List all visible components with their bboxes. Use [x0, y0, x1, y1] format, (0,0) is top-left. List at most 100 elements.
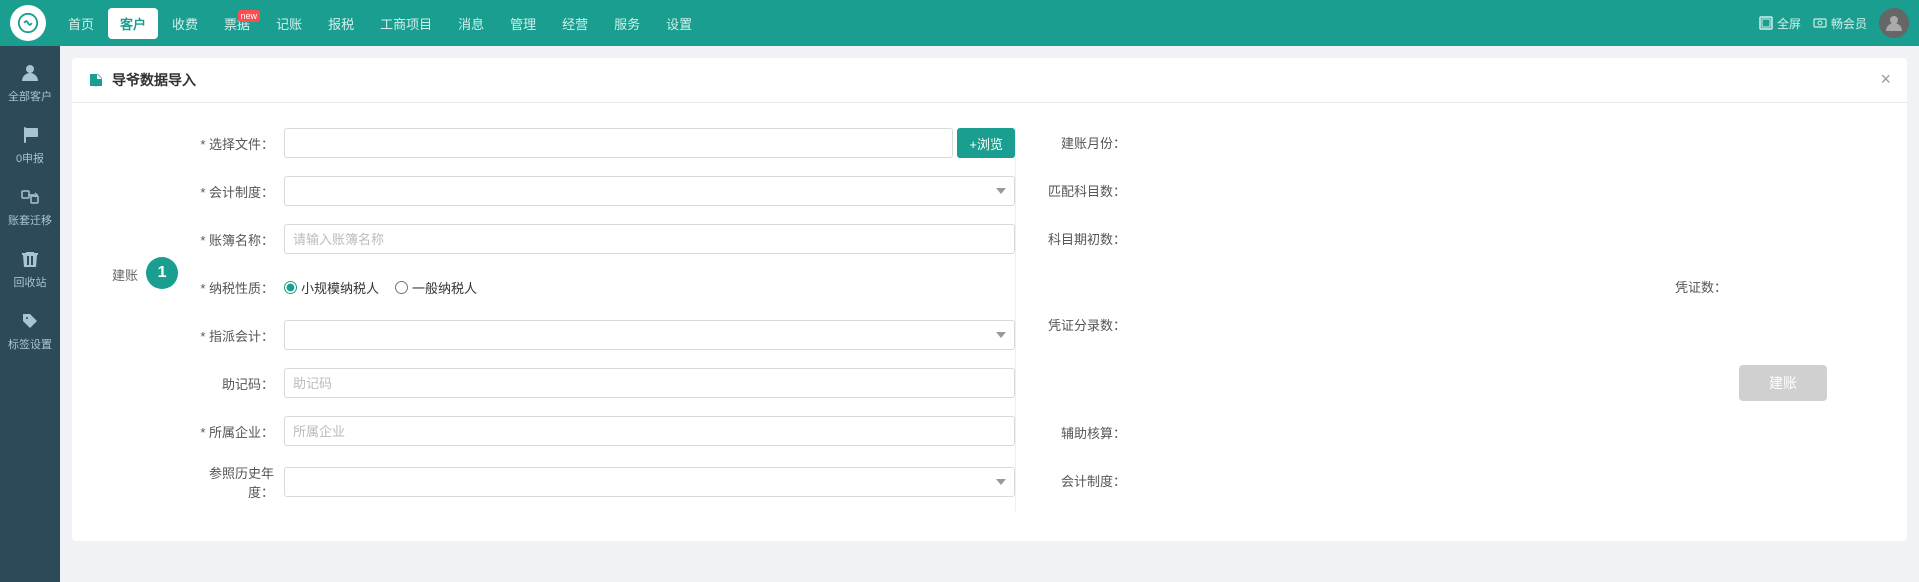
company-control [284, 416, 1015, 446]
sidebar-item-account-migration[interactable]: 账套迁移 [2, 178, 58, 236]
browse-button[interactable]: +浏览 [957, 128, 1015, 158]
ledger-name-row: * 账簿名称： [194, 223, 1015, 255]
company-input[interactable] [284, 416, 1015, 446]
voucher-entries-row: 凭证分录数： [1046, 309, 1867, 339]
tax-general-label[interactable]: 一般纳税人 [395, 278, 477, 297]
panel-title: 导爷数据导入 [112, 70, 196, 90]
nav-item-billing[interactable]: 收费 [160, 8, 210, 39]
sidebar: 全部客户 0申报 账套迁移 [0, 46, 60, 582]
subject-init-row: 科目期初数： [1046, 223, 1867, 253]
main-content: 导爷数据导入 × 建账 1 * 选择文件： [60, 46, 1919, 582]
right-accounting-system-row: 会计制度： [1046, 465, 1867, 495]
file-label: * 选择文件： [194, 134, 284, 153]
company-row: * 所属企业： [194, 415, 1015, 447]
nav-right-area: 全屏 畅会员 [1759, 8, 1909, 38]
tax-small-label[interactable]: 小规模纳税人 [284, 278, 379, 297]
sidebar-label: 0申报 [16, 150, 44, 166]
ledger-name-label: * 账簿名称： [194, 230, 284, 249]
sidebar-label: 全部客户 [8, 88, 52, 104]
sidebar-item-recycle[interactable]: 回收站 [2, 240, 58, 298]
sidebar-label: 标签设置 [8, 336, 52, 352]
sidebar-label: 账套迁移 [8, 212, 52, 228]
history-year-control [284, 467, 1015, 497]
nav-item-message[interactable]: 消息 [446, 8, 496, 39]
tax-type-row: * 纳税性质： 小规模纳税人 一般纳税人 [194, 271, 1015, 303]
step-circle: 1 [146, 257, 178, 289]
memo-label: 助记码： [194, 374, 284, 393]
sidebar-label: 回收站 [14, 274, 47, 290]
nav-item-manage[interactable]: 管理 [498, 8, 548, 39]
subject-init-label: 科目期初数： [1046, 229, 1136, 248]
sidebar-item-all-clients[interactable]: 全部客户 [2, 54, 58, 112]
nav-item-client[interactable]: 客户 [108, 8, 158, 39]
person-icon [19, 62, 41, 84]
file-control: +浏览 [284, 128, 1015, 158]
accountant-control [284, 320, 1015, 350]
accounting-system-row: * 会计制度： [194, 175, 1015, 207]
nav-menu: 首页 客户 收费 票据 new 记账 报税 工商项目 消息 管理 经营 服务 设… [56, 8, 1759, 39]
ledger-name-input[interactable] [284, 224, 1015, 254]
panel-body: 建账 1 * 选择文件： +浏览 [72, 103, 1907, 541]
main-layout: 全部客户 0申报 账套迁移 [0, 46, 1919, 582]
close-button[interactable]: × [1880, 70, 1891, 88]
top-navigation: 首页 客户 收费 票据 new 记账 报税 工商项目 消息 管理 经营 服务 设… [0, 0, 1919, 46]
history-year-label: 参照历史年度： [194, 463, 284, 501]
trash-icon [19, 248, 41, 270]
nav-item-finance[interactable]: 经营 [550, 8, 600, 39]
ledger-name-control [284, 224, 1015, 254]
voucher-count-row: 凭证数： [1046, 271, 1867, 301]
nav-item-settings[interactable]: 设置 [654, 8, 704, 39]
sidebar-item-tag-settings[interactable]: 标签设置 [2, 302, 58, 360]
panel-header: 导爷数据导入 [72, 58, 1907, 103]
match-subjects-label: 匹配科目数： [1046, 181, 1136, 200]
aux-accounting-label: 辅助核算： [1046, 423, 1136, 442]
step-indicator: 建账 1 [112, 127, 178, 289]
build-month-label: 建账月份： [1046, 133, 1136, 152]
import-panel: 导爷数据导入 × 建账 1 * 选择文件： [72, 58, 1907, 541]
history-year-select[interactable] [284, 467, 1015, 497]
fullscreen-button[interactable]: 全屏 [1759, 15, 1801, 32]
match-subjects-row: 匹配科目数： [1046, 175, 1867, 205]
accountant-row: * 指派会计： [194, 319, 1015, 351]
tax-general-radio[interactable] [395, 281, 408, 294]
member-button[interactable]: 畅会员 [1813, 15, 1867, 32]
nav-item-home[interactable]: 首页 [56, 8, 106, 39]
right-accounting-system-label: 会计制度： [1046, 471, 1136, 490]
accounting-system-select[interactable] [284, 176, 1015, 206]
memo-control [284, 368, 1015, 398]
nav-item-service[interactable]: 服务 [602, 8, 652, 39]
transfer-icon [19, 186, 41, 208]
tax-type-label: * 纳税性质： [194, 278, 284, 297]
step-label: 建账 [112, 263, 138, 284]
nav-item-account[interactable]: 记账 [264, 8, 314, 39]
tax-type-control: 小规模纳税人 一般纳税人 [284, 278, 1015, 297]
user-avatar[interactable] [1879, 8, 1909, 38]
voucher-entries-label: 凭证分录数： [1046, 315, 1136, 334]
member-label: 畅会员 [1831, 15, 1867, 32]
new-badge: new [238, 10, 261, 23]
company-label: * 所属企业： [194, 422, 284, 441]
app-logo[interactable] [10, 5, 46, 41]
file-input[interactable] [284, 128, 953, 158]
build-button-container: 建账 [1046, 355, 1827, 401]
form-left: * 选择文件： +浏览 * 会计制度： [194, 127, 1015, 517]
nav-item-tax[interactable]: 报税 [316, 8, 366, 39]
build-month-row: 建账月份： [1046, 127, 1867, 157]
build-button[interactable]: 建账 [1739, 365, 1827, 401]
accountant-select[interactable] [284, 320, 1015, 350]
sidebar-item-declaration[interactable]: 0申报 [2, 116, 58, 174]
voucher-inner-row: 凭证数： [1647, 271, 1847, 301]
tax-small-radio[interactable] [284, 281, 297, 294]
aux-accounting-row: 辅助核算： [1046, 417, 1867, 447]
fullscreen-label: 全屏 [1777, 15, 1801, 32]
nav-item-invoice[interactable]: 票据 new [212, 8, 262, 39]
voucher-count-label: 凭证数： [1647, 277, 1737, 296]
accounting-system-label: * 会计制度： [194, 182, 284, 201]
nav-item-business[interactable]: 工商项目 [368, 8, 444, 39]
memo-input[interactable] [284, 368, 1015, 398]
history-year-row: 参照历史年度： [194, 463, 1015, 501]
file-row: * 选择文件： +浏览 [194, 127, 1015, 159]
accountant-label: * 指派会计： [194, 326, 284, 345]
memo-row: 助记码： [194, 367, 1015, 399]
accounting-system-control [284, 176, 1015, 206]
